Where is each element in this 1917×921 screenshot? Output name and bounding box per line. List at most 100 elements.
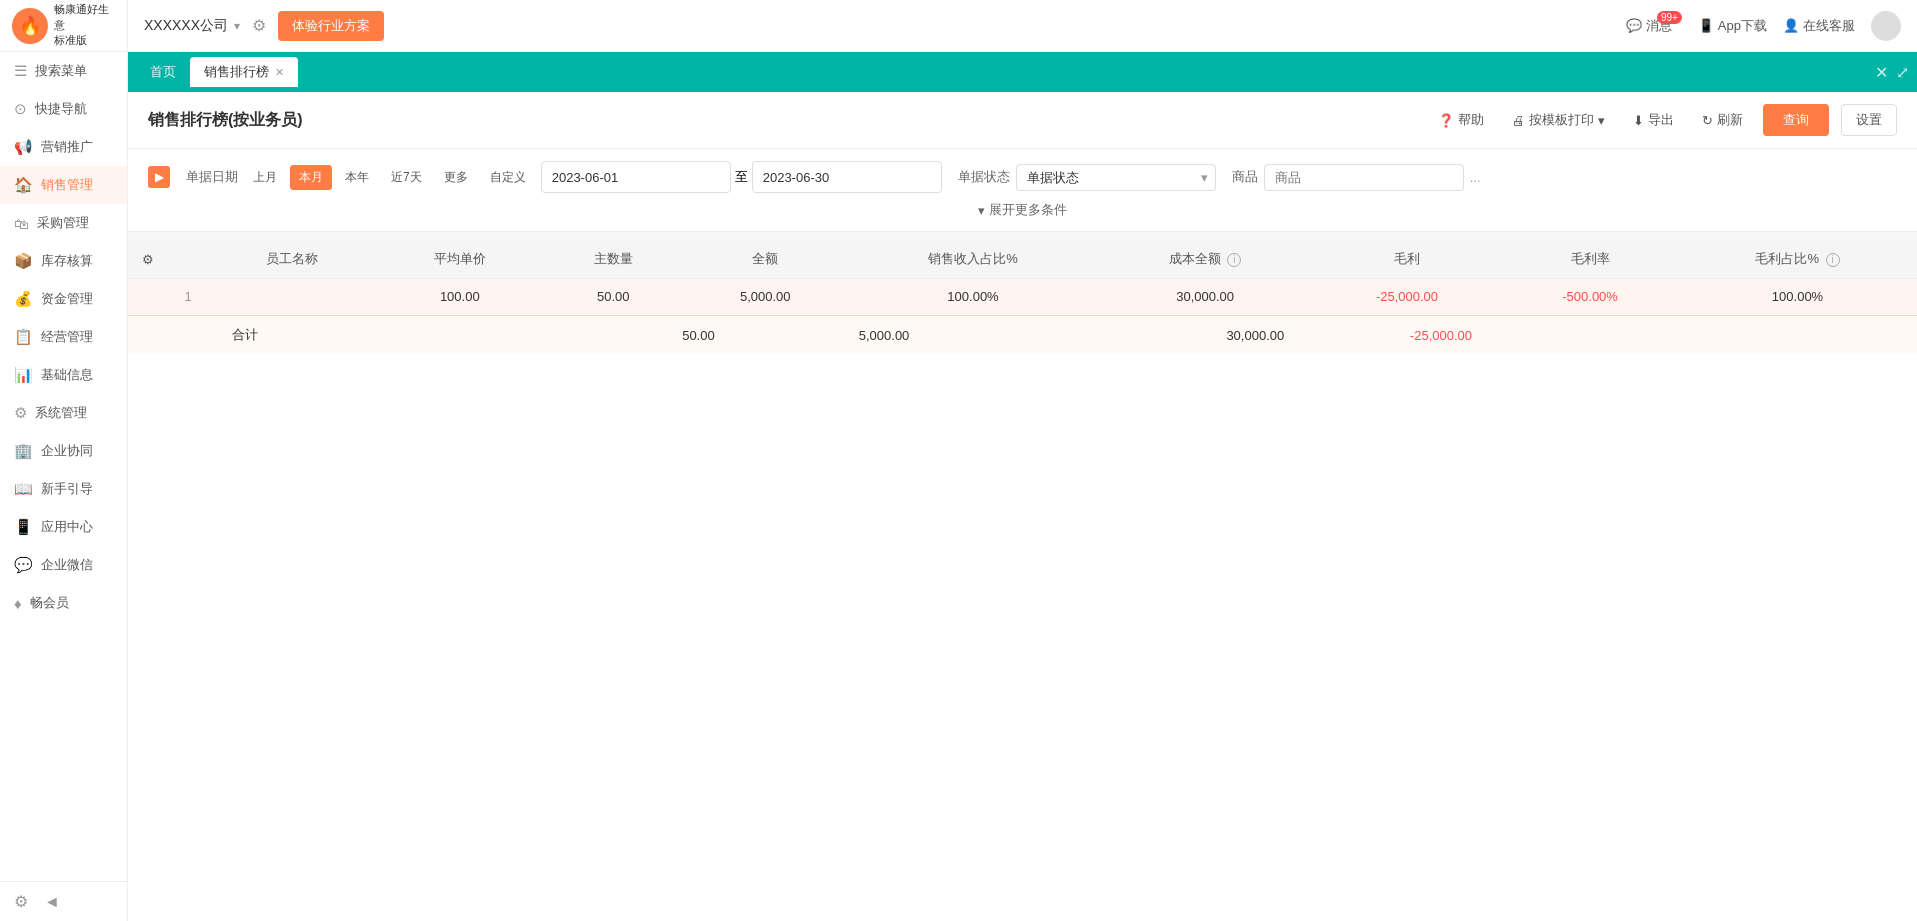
th-employee: 员工名称 <box>208 240 376 279</box>
sidebar-logo: 🔥 畅康通好生意 标准版 <box>0 0 127 52</box>
tab-close-all-icon[interactable]: ✕ <box>1875 63 1888 82</box>
print-button[interactable]: 🖨 按模板打印 ▾ <box>1504 107 1613 133</box>
goods-filter: 商品 ... <box>1232 164 1481 191</box>
table-footer: 合计 50.00 5,000.00 30,000.00 -25,000.00 <box>128 315 1917 354</box>
company-settings-button[interactable]: ⚙ <box>248 12 270 39</box>
trial-button[interactable]: 体验行业方案 <box>278 11 384 41</box>
th-settings[interactable]: ⚙ <box>128 240 168 279</box>
help-button[interactable]: ❓ 帮助 <box>1430 107 1492 133</box>
marketing-icon: 📢 <box>14 138 33 156</box>
table-row: 1100.0050.005,000.00100.00%30,000.00-25,… <box>128 279 1917 315</box>
wechat-icon: 💬 <box>14 556 33 574</box>
inventory-icon: 📦 <box>14 252 33 270</box>
date-btn-custom[interactable]: 自定义 <box>481 165 535 190</box>
footer-amount: 5,000.00 <box>791 328 977 343</box>
sidebar-nav: ☰ 搜索菜单 ⊙ 快捷导航 📢 营销推广 🏠 销售管理 🛍 采购管理 📦 库存核… <box>0 52 127 881</box>
td-gross: -25,000.00 <box>1312 279 1502 315</box>
sidebar-item-search[interactable]: ☰ 搜索菜单 <box>0 52 127 90</box>
sidebar-item-app-center[interactable]: 📱 应用中心 <box>0 508 127 546</box>
app-center-icon: 📱 <box>14 518 33 536</box>
sidebar-item-operations[interactable]: 📋 经营管理 <box>0 318 127 356</box>
sidebar-item-system[interactable]: ⚙ 系统管理 <box>0 394 127 432</box>
sidebar-settings-icon[interactable]: ⚙ <box>14 892 28 911</box>
status-select-wrap: 单据状态 <box>1016 164 1216 191</box>
quick-nav-icon: ⊙ <box>14 100 27 118</box>
tab-home[interactable]: 首页 <box>136 57 190 87</box>
expand-row: ▾ 展开更多条件 <box>148 201 1897 219</box>
search-menu-icon: ☰ <box>14 62 27 80</box>
sidebar-item-base-info[interactable]: 📊 基础信息 <box>0 356 127 394</box>
message-button[interactable]: 💬 消息 99+ <box>1626 17 1672 35</box>
sidebar-collapse-icon[interactable]: ◄ <box>44 893 60 911</box>
app-download-icon: 📱 <box>1698 18 1714 33</box>
date-btn-more[interactable]: 更多 <box>435 165 477 190</box>
company-name: XXXXXX公司 <box>144 17 228 35</box>
main-content: XXXXXX公司 ▾ ⚙ 体验行业方案 💬 消息 99+ 📱 App下载 👤 在… <box>128 0 1917 921</box>
settings-button[interactable]: 设置 <box>1841 104 1897 136</box>
sidebar-bottom: ⚙ ◄ <box>0 881 127 921</box>
member-icon: ♦ <box>14 595 22 612</box>
top-header: XXXXXX公司 ▾ ⚙ 体验行业方案 💬 消息 99+ 📱 App下载 👤 在… <box>128 0 1917 52</box>
company-selector[interactable]: XXXXXX公司 ▾ <box>144 17 240 35</box>
date-btn-this-month[interactable]: 本月 <box>290 165 332 190</box>
date-options: 上月 本月 本年 近7天 更多 自定义 <box>244 165 535 190</box>
td-qty: 50.00 <box>544 279 683 315</box>
tab-sales-rank[interactable]: 销售排行榜 ✕ <box>190 57 298 87</box>
help-icon: ❓ <box>1438 113 1454 128</box>
print-icon: 🖨 <box>1512 113 1525 128</box>
logo-icon: 🔥 <box>12 8 48 44</box>
expand-conditions-button[interactable]: ▾ 展开更多条件 <box>978 201 1067 219</box>
sidebar-item-purchase[interactable]: 🛍 采购管理 <box>0 204 127 242</box>
status-filter-label: 单据状态 <box>958 168 1010 186</box>
sidebar-item-finance[interactable]: 💰 资金管理 <box>0 280 127 318</box>
app-download-button[interactable]: 📱 App下载 <box>1698 17 1767 35</box>
filter-row: ▶ 单据日期 上月 本月 本年 近7天 更多 自定义 <box>148 161 1897 193</box>
refresh-icon: ↻ <box>1702 113 1713 128</box>
td-gross-ratio: 100.00% <box>1678 279 1917 315</box>
date-btn-this-year[interactable]: 本年 <box>336 165 378 190</box>
operations-icon: 📋 <box>14 328 33 346</box>
tab-close-icon[interactable]: ✕ <box>275 66 284 79</box>
online-service-button[interactable]: 👤 在线客服 <box>1783 17 1855 35</box>
page-header: 销售排行榜(按业务员) ❓ 帮助 🖨 按模板打印 ▾ ⬇ 导出 ↻ 刷新 <box>128 92 1917 149</box>
date-end-input[interactable] <box>752 161 942 193</box>
date-start-input[interactable] <box>541 161 731 193</box>
date-filter: 单据日期 上月 本月 本年 近7天 更多 自定义 至 <box>186 161 942 193</box>
sidebar-item-enterprise[interactable]: 🏢 企业协同 <box>0 432 127 470</box>
system-icon: ⚙ <box>14 404 27 422</box>
filter-area: ▶ 单据日期 上月 本月 本年 近7天 更多 自定义 <box>128 149 1917 232</box>
sidebar-item-quick-nav[interactable]: ⊙ 快捷导航 <box>0 90 127 128</box>
tab-resize-icon[interactable]: ⤢ <box>1896 63 1909 82</box>
sidebar-item-wechat[interactable]: 💬 企业微信 <box>0 546 127 584</box>
sidebar-item-inventory[interactable]: 📦 库存核算 <box>0 242 127 280</box>
tab-bar-actions: ✕ ⤢ <box>1875 63 1909 82</box>
goods-input[interactable] <box>1264 164 1464 191</box>
more-filters-button[interactable]: ... <box>1470 170 1481 185</box>
sidebar-item-sales[interactable]: 🏠 销售管理 <box>0 166 127 204</box>
sidebar-item-member[interactable]: ♦ 畅会员 <box>0 584 127 622</box>
export-button[interactable]: ⬇ 导出 <box>1625 107 1682 133</box>
print-chevron-icon: ▾ <box>1598 113 1605 128</box>
date-btn-last-month[interactable]: 上月 <box>244 165 286 190</box>
td-employee <box>208 279 376 315</box>
sidebar-item-guide[interactable]: 📖 新手引导 <box>0 470 127 508</box>
refresh-button[interactable]: ↻ 刷新 <box>1694 107 1751 133</box>
footer-total-label: 合计 <box>220 326 420 344</box>
sidebar: 🔥 畅康通好生意 标准版 ☰ 搜索菜单 ⊙ 快捷导航 📢 营销推广 🏠 销售管理… <box>0 0 128 921</box>
goods-filter-label: 商品 <box>1232 168 1258 186</box>
user-avatar[interactable] <box>1871 11 1901 41</box>
filter-toggle-button[interactable]: ▶ <box>148 166 170 188</box>
service-icon: 👤 <box>1783 18 1799 33</box>
status-select[interactable]: 单据状态 <box>1016 164 1216 191</box>
cost-info-icon[interactable]: i <box>1227 253 1241 267</box>
page-title: 销售排行榜(按业务员) <box>148 110 303 131</box>
td-sales-ratio: 100.00% <box>848 279 1099 315</box>
td-avg-price: 100.00 <box>376 279 544 315</box>
sidebar-item-marketing[interactable]: 📢 营销推广 <box>0 128 127 166</box>
date-btn-7days[interactable]: 近7天 <box>382 165 431 190</box>
enterprise-icon: 🏢 <box>14 442 33 460</box>
query-button[interactable]: 查询 <box>1763 104 1829 136</box>
gross-ratio-info-icon[interactable]: i <box>1826 253 1840 267</box>
td-gross-rate: -500.00% <box>1502 279 1678 315</box>
th-cost: 成本全额 i <box>1098 240 1311 279</box>
